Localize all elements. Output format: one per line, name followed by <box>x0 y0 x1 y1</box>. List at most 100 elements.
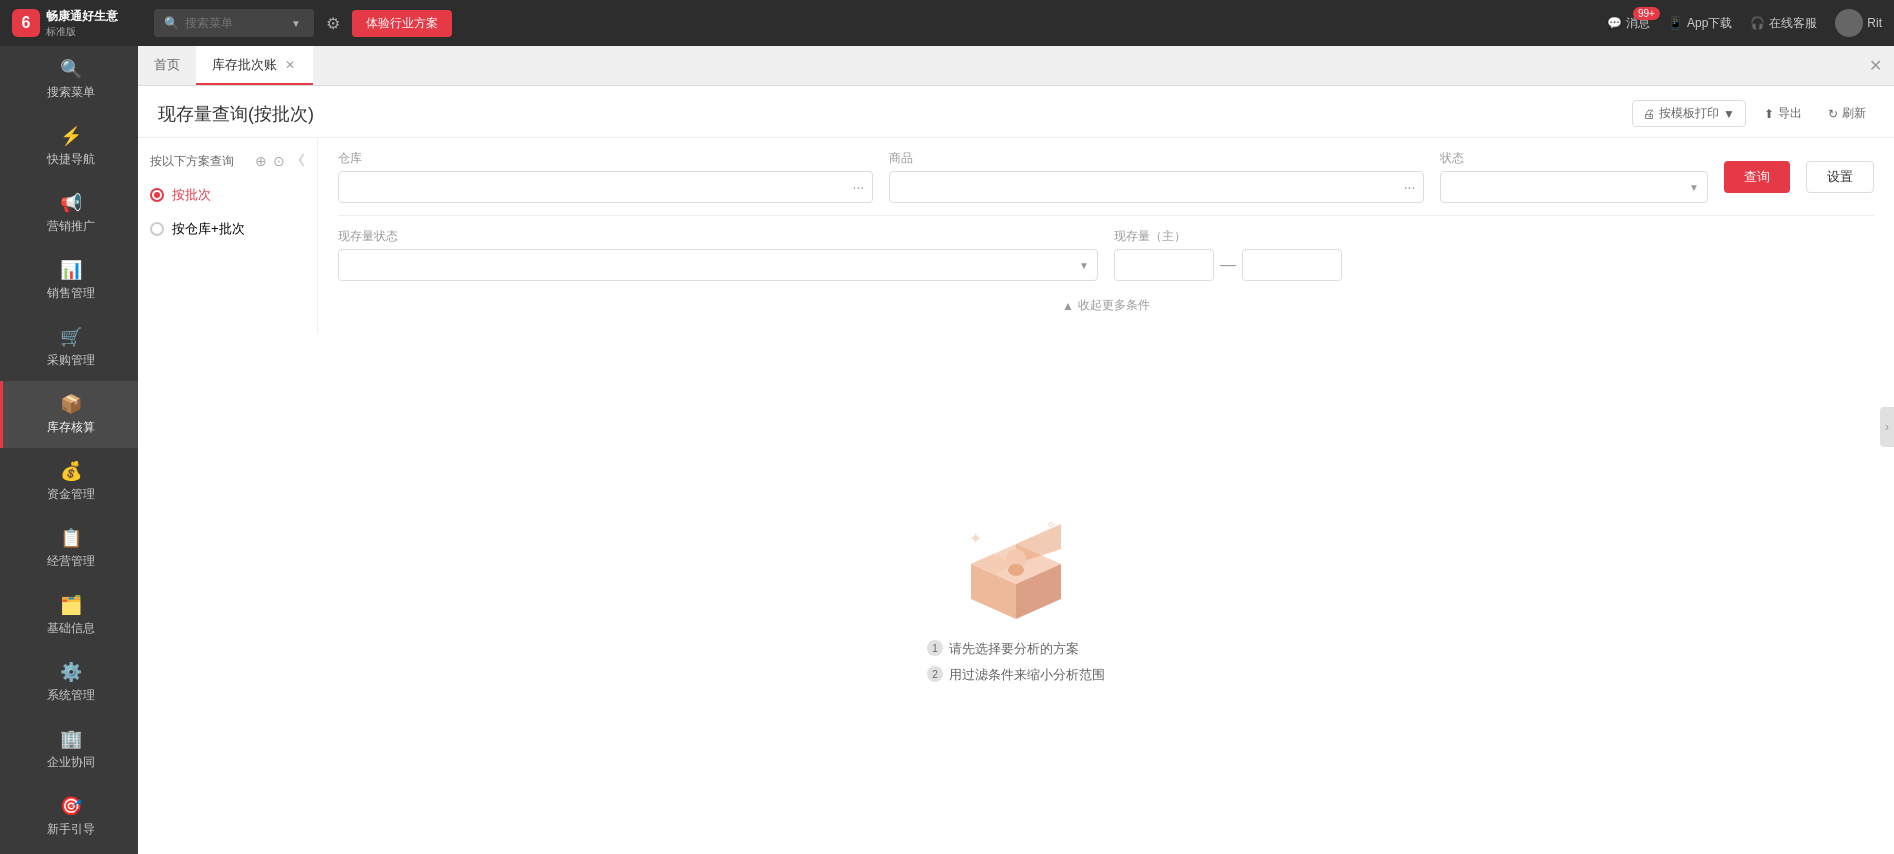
menu-search-bar[interactable]: 🔍 ▼ <box>154 9 314 37</box>
user-name: Rit <box>1867 16 1882 30</box>
svg-text:✧: ✧ <box>1046 518 1056 532</box>
edition-label: 标准版 <box>46 25 118 39</box>
sidebar-item-app-center[interactable]: 📱 应用中心 <box>0 850 138 854</box>
sidebar-item-inventory[interactable]: 📦 库存核算 <box>0 381 138 448</box>
print-chevron-icon: ▼ <box>1723 107 1735 121</box>
settings-btn[interactable]: 设置 <box>1806 161 1874 193</box>
sidebar-item-quick-nav[interactable]: ⚡ 快捷导航 <box>0 113 138 180</box>
sidebar-item-marketing[interactable]: 📢 营销推广 <box>0 180 138 247</box>
add-scheme-icon[interactable]: ⊕ <box>255 153 267 169</box>
tip-text-2: 用过滤条件来缩小分析范围 <box>949 666 1105 684</box>
filter-row-1: 仓库 ··· 商品 ··· <box>338 150 1874 203</box>
sidebar-label-marketing: 营销推广 <box>47 218 95 235</box>
tab-close-batch-account[interactable]: ✕ <box>283 56 297 74</box>
collapse-scheme-icon[interactable]: 《 <box>291 152 305 170</box>
main-layout: 🔍 搜索菜单 ⚡ 快捷导航 📢 营销推广 📊 销售管理 🛒 采购管理 📦 库存核… <box>0 46 1894 854</box>
tab-bar: 首页 库存批次账 ✕ ✕ <box>138 46 1894 86</box>
tab-label-batch-account: 库存批次账 <box>212 56 277 74</box>
header-center: 🔍 ▼ ⚙ 体验行业方案 <box>142 9 1607 37</box>
settings-scheme-icon[interactable]: ⊙ <box>273 153 285 169</box>
svg-text:✦: ✦ <box>969 530 982 547</box>
user-menu[interactable]: Rit <box>1835 9 1882 37</box>
experience-btn[interactable]: 体验行业方案 <box>352 10 452 37</box>
svg-point-6 <box>1008 564 1024 576</box>
refresh-btn[interactable]: ↻ 刷新 <box>1820 101 1874 126</box>
query-btn[interactable]: 查询 <box>1724 161 1790 193</box>
sidebar-icon-enterprise: 🏢 <box>60 728 82 750</box>
stock-main-from[interactable] <box>1114 249 1214 281</box>
product-label: 商品 <box>889 150 1424 167</box>
sidebar-item-sales[interactable]: 📊 销售管理 <box>0 247 138 314</box>
stock-status-chevron-icon: ▼ <box>1079 260 1089 271</box>
warehouse-input-wrap[interactable]: ··· <box>338 171 873 203</box>
sidebar-icon-inventory: 📦 <box>60 393 82 415</box>
warehouse-input[interactable] <box>347 180 849 195</box>
messages-btn[interactable]: 💬 消息 99+ <box>1607 15 1650 32</box>
sidebar-label-operation: 经营管理 <box>47 553 95 570</box>
sidebar-icon-finance: 💰 <box>60 460 82 482</box>
product-dots[interactable]: ··· <box>1404 179 1416 195</box>
refresh-icon: ↻ <box>1828 107 1838 121</box>
scheme-header: 按以下方案查询 ⊕ ⊙ 《 <box>138 148 317 178</box>
sidebar-label-finance: 资金管理 <box>47 486 95 503</box>
user-avatar <box>1835 9 1863 37</box>
phone-icon: 📱 <box>1668 16 1683 30</box>
stock-status-label: 现存量状态 <box>338 228 1098 245</box>
sidebar-icon-purchase: 🛒 <box>60 326 82 348</box>
scheme-item-by-batch[interactable]: 按批次 <box>138 178 317 212</box>
sidebar-item-purchase[interactable]: 🛒 采购管理 <box>0 314 138 381</box>
sidebar-label-system: 系统管理 <box>47 687 95 704</box>
tab-label-home: 首页 <box>154 56 180 74</box>
sidebar-item-enterprise[interactable]: 🏢 企业协同 <box>0 716 138 783</box>
sidebar-item-finance[interactable]: 💰 资金管理 <box>0 448 138 515</box>
tab-home[interactable]: 首页 <box>138 46 196 85</box>
product-input-wrap[interactable]: ··· <box>889 171 1424 203</box>
warehouse-dots[interactable]: ··· <box>853 179 865 195</box>
sidebar-label-basic: 基础信息 <box>47 620 95 637</box>
product-input[interactable] <box>898 180 1400 195</box>
sidebar-item-system[interactable]: ⚙️ 系统管理 <box>0 649 138 716</box>
scheme-header-label: 按以下方案查询 <box>150 153 234 170</box>
headset-icon: 🎧 <box>1750 16 1765 30</box>
tab-bar-right: ✕ <box>1869 56 1894 75</box>
sidebar-item-operation[interactable]: 📋 经营管理 <box>0 515 138 582</box>
page-title: 现存量查询(按批次) <box>158 102 314 126</box>
stock-status-filter: 现存量状态 ▼ <box>338 228 1098 281</box>
export-btn[interactable]: ⬆ 导出 <box>1756 101 1810 126</box>
collapse-label: 收起更多条件 <box>1078 297 1150 314</box>
page-content: 现存量查询(按批次) 🖨 按模板打印 ▼ ⬆ 导出 ↻ 刷新 <box>138 86 1894 854</box>
right-handle[interactable]: › <box>1880 407 1894 447</box>
sidebar-icon-basic: 🗂️ <box>60 594 82 616</box>
empty-tips: 1 请先选择要分析的方案 2 用过滤条件来缩小分析范围 <box>927 640 1105 684</box>
tip-num-1: 1 <box>927 640 943 656</box>
sidebar: 🔍 搜索菜单 ⚡ 快捷导航 📢 营销推广 📊 销售管理 🛒 采购管理 📦 库存核… <box>0 46 138 854</box>
print-btn[interactable]: 🖨 按模板打印 ▼ <box>1632 100 1746 127</box>
app-logo: 6 畅康通好生意 标准版 <box>12 8 142 39</box>
close-all-tabs-btn[interactable]: ✕ <box>1869 56 1882 75</box>
tab-batch-account[interactable]: 库存批次账 ✕ <box>196 46 313 85</box>
menu-search-input[interactable] <box>185 16 285 30</box>
sidebar-icon-quick-nav: ⚡ <box>60 125 82 147</box>
empty-illustration: ✦ ✧ <box>951 504 1081 624</box>
stock-status-select[interactable]: ▼ <box>338 249 1098 281</box>
content-area: 首页 库存批次账 ✕ ✕ 现存量查询(按批次) 🖨 按模板打印 ▼ ⬆ 导出 <box>138 46 1894 854</box>
collapse-row[interactable]: ▲ 收起更多条件 <box>338 293 1874 322</box>
status-select[interactable]: ▼ <box>1440 171 1708 203</box>
settings-icon[interactable]: ⚙ <box>322 10 344 37</box>
sidebar-nav: 🔍 搜索菜单 ⚡ 快捷导航 📢 营销推广 📊 销售管理 🛒 采购管理 📦 库存核… <box>0 46 138 854</box>
sidebar-item-search[interactable]: 🔍 搜索菜单 <box>0 46 138 113</box>
app-download-btn[interactable]: 📱 App下载 <box>1668 15 1732 32</box>
scheme-item-by-warehouse-batch[interactable]: 按仓库+批次 <box>138 212 317 246</box>
page-actions: 🖨 按模板打印 ▼ ⬆ 导出 ↻ 刷新 <box>1632 100 1874 127</box>
stock-main-to-input[interactable] <box>1251 258 1419 273</box>
scheme-items: 按批次 按仓库+批次 <box>138 178 317 246</box>
logo-icon: 6 <box>12 9 40 37</box>
filter-row-2: 现存量状态 ▼ 现存量（主） <box>338 228 1874 281</box>
sidebar-item-basic[interactable]: 🗂️ 基础信息 <box>0 582 138 649</box>
stock-main-to[interactable] <box>1242 249 1342 281</box>
scheme-radio-by-batch <box>150 188 164 202</box>
online-service-btn[interactable]: 🎧 在线客服 <box>1750 15 1817 32</box>
stock-main-filter: 现存量（主） — <box>1114 228 1874 281</box>
sidebar-item-newcomer[interactable]: 🎯 新手引导 <box>0 783 138 850</box>
sidebar-icon-newcomer: 🎯 <box>60 795 82 817</box>
